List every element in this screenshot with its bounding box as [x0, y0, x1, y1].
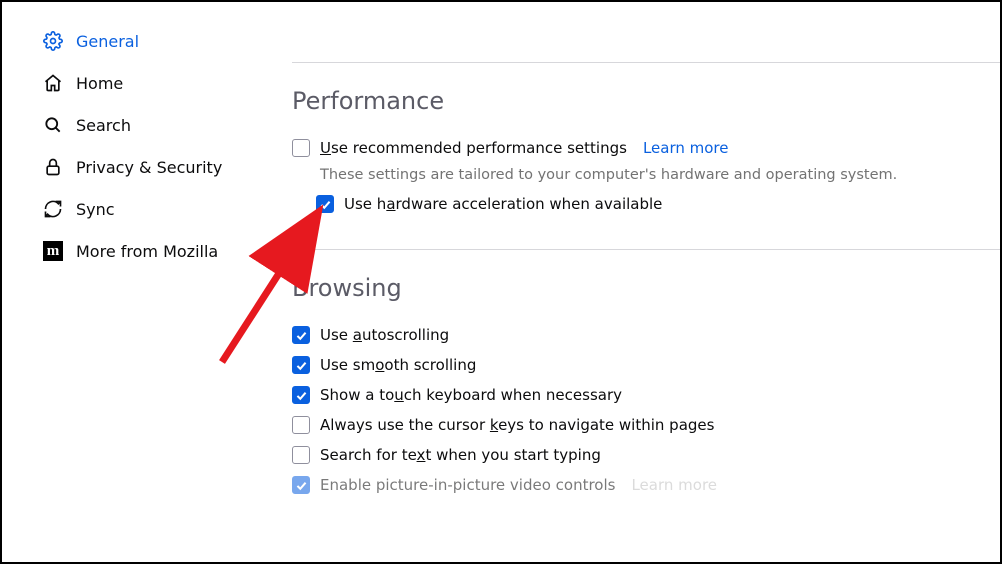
sidebar-item-label: More from Mozilla: [76, 242, 218, 261]
checkbox-cursor-keys-navigate[interactable]: [292, 416, 310, 434]
setting-touch-keyboard[interactable]: Show a touch keyboard when necessary: [292, 380, 1000, 410]
checkbox-search-text-typing[interactable]: [292, 446, 310, 464]
setting-picture-in-picture[interactable]: Enable picture-in-picture video controls…: [292, 470, 1000, 500]
section-title-performance: Performance: [292, 87, 1000, 115]
sidebar-item-more-mozilla[interactable]: m More from Mozilla: [42, 230, 252, 272]
setting-label: Always use the cursor keys to navigate w…: [320, 416, 714, 434]
section-title-browsing: Browsing: [292, 274, 1000, 302]
checkbox-picture-in-picture[interactable]: [292, 476, 310, 494]
section-performance: Performance Use recommended performance …: [292, 62, 1000, 249]
sidebar-item-general[interactable]: General: [42, 20, 252, 62]
setting-hardware-acceleration[interactable]: Use hardware acceleration when available: [292, 189, 1000, 219]
setting-label: Enable picture-in-picture video controls: [320, 476, 615, 494]
setting-label: Use recommended performance settings: [320, 139, 627, 157]
sidebar-item-label: General: [76, 32, 139, 51]
sidebar-item-label: Privacy & Security: [76, 158, 222, 177]
setting-recommended-performance[interactable]: Use recommended performance settings Lea…: [292, 133, 1000, 163]
gear-icon: [42, 30, 64, 52]
lock-icon: [42, 156, 64, 178]
settings-content: Performance Use recommended performance …: [252, 2, 1000, 562]
setting-label: Use hardware acceleration when available: [344, 195, 662, 213]
checkbox-autoscrolling[interactable]: [292, 326, 310, 344]
sidebar-item-label: Home: [76, 74, 123, 93]
checkbox-recommended-performance[interactable]: [292, 139, 310, 157]
search-icon: [42, 114, 64, 136]
setting-label: Show a touch keyboard when necessary: [320, 386, 622, 404]
learn-more-link[interactable]: Learn more: [631, 476, 717, 494]
sidebar-item-home[interactable]: Home: [42, 62, 252, 104]
performance-hint-text: These settings are tailored to your comp…: [292, 163, 1000, 189]
sidebar-item-privacy-security[interactable]: Privacy & Security: [42, 146, 252, 188]
setting-label: Use autoscrolling: [320, 326, 449, 344]
learn-more-link[interactable]: Learn more: [643, 139, 729, 157]
checkbox-touch-keyboard[interactable]: [292, 386, 310, 404]
sidebar-item-label: Search: [76, 116, 131, 135]
settings-sidebar: General Home Search Privacy & Security S: [2, 2, 252, 562]
setting-label: Search for text when you start typing: [320, 446, 601, 464]
setting-label: Use smooth scrolling: [320, 356, 476, 374]
sidebar-item-sync[interactable]: Sync: [42, 188, 252, 230]
setting-smooth-scrolling[interactable]: Use smooth scrolling: [292, 350, 1000, 380]
checkbox-hardware-acceleration[interactable]: [316, 195, 334, 213]
sidebar-item-label: Sync: [76, 200, 115, 219]
setting-autoscrolling[interactable]: Use autoscrolling: [292, 320, 1000, 350]
setting-search-text-typing[interactable]: Search for text when you start typing: [292, 440, 1000, 470]
home-icon: [42, 72, 64, 94]
sync-icon: [42, 198, 64, 220]
mozilla-icon: m: [42, 240, 64, 262]
setting-cursor-keys-navigate[interactable]: Always use the cursor keys to navigate w…: [292, 410, 1000, 440]
section-browsing: Browsing Use autoscrolling Use smooth sc…: [292, 249, 1000, 530]
checkbox-smooth-scrolling[interactable]: [292, 356, 310, 374]
sidebar-item-search[interactable]: Search: [42, 104, 252, 146]
